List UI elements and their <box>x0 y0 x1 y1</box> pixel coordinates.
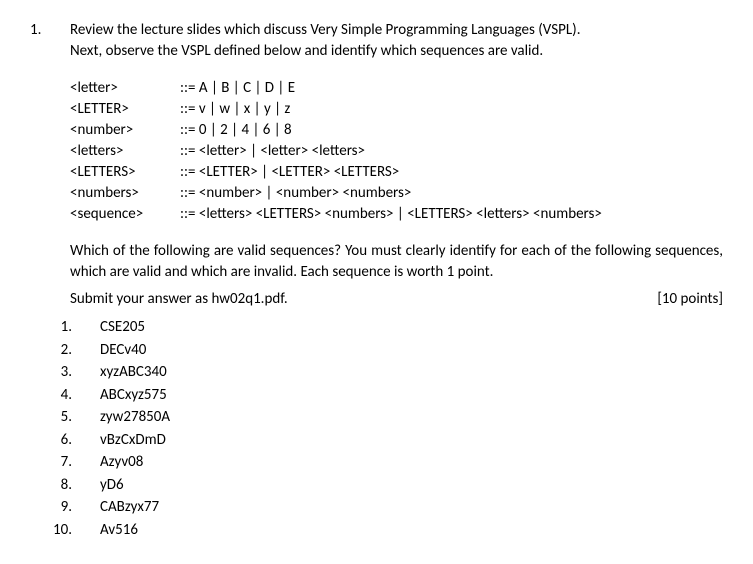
list-item: 7. Azyv08 <box>46 451 723 474</box>
seq-value: xyzABC340 <box>100 361 167 384</box>
grammar-rule: <number> ::= 0 | 2 | 4 | 6 | 8 <box>70 120 723 141</box>
grammar-rhs: ::= v | w | x | y | z <box>180 99 723 120</box>
grammar-rhs: ::= 0 | 2 | 4 | 6 | 8 <box>180 120 723 141</box>
grammar-lhs: <letter> <box>70 78 180 99</box>
list-item: 2. DECv40 <box>46 339 723 362</box>
question-body: Review the lecture slides which discuss … <box>70 20 723 541</box>
seq-number: 3. <box>46 361 72 384</box>
grammar-lhs: <letters> <box>70 141 180 162</box>
seq-number: 1. <box>46 316 72 339</box>
seq-number: 10. <box>46 519 72 542</box>
seq-number: 5. <box>46 406 72 429</box>
seq-value: DECv40 <box>100 339 146 362</box>
grammar-rhs: ::= <letters> <LETTERS> <numbers> | <LET… <box>180 204 723 225</box>
list-item: 6. vBzCxDmD <box>46 429 723 452</box>
grammar-lhs: <LETTERS> <box>70 162 180 183</box>
sequence-list: 1. CSE205 2. DECv40 3. xyzABC340 4. ABCx… <box>46 316 723 541</box>
grammar-lhs: <number> <box>70 120 180 141</box>
grammar-lhs: <sequence> <box>70 204 180 225</box>
grammar-rule: <letters> ::= <letter> | <letter> <lette… <box>70 141 723 162</box>
submit-text: Submit your answer as hw02q1.pdf. <box>70 289 288 310</box>
seq-value: yD6 <box>100 474 124 497</box>
list-item: 9. CABzyx77 <box>46 496 723 519</box>
intro-line-1: Review the lecture slides which discuss … <box>70 20 723 41</box>
grammar-block: <letter> ::= A | B | C | D | E <LETTER> … <box>70 78 723 225</box>
list-item: 1. CSE205 <box>46 316 723 339</box>
seq-number: 7. <box>46 451 72 474</box>
grammar-rhs: ::= <LETTER> | <LETTER> <LETTERS> <box>180 162 723 183</box>
seq-number: 2. <box>46 339 72 362</box>
list-item: 10. Av516 <box>46 519 723 542</box>
list-item: 4. ABCxyz575 <box>46 384 723 407</box>
grammar-rule: <numbers> ::= <number> | <number> <numbe… <box>70 183 723 204</box>
grammar-rule: <letter> ::= A | B | C | D | E <box>70 78 723 99</box>
seq-value: CSE205 <box>100 316 145 339</box>
list-item: 3. xyzABC340 <box>46 361 723 384</box>
seq-value: CABzyx77 <box>100 496 159 519</box>
seq-number: 8. <box>46 474 72 497</box>
submit-row: Submit your answer as hw02q1.pdf. [10 po… <box>70 289 723 310</box>
question-number: 1. <box>30 20 70 41</box>
grammar-rule: <sequence> ::= <letters> <LETTERS> <numb… <box>70 204 723 225</box>
points-text: [10 points] <box>657 289 723 310</box>
intro-line-2: Next, observe the VSPL defined below and… <box>70 41 723 62</box>
grammar-rhs: ::= <number> | <number> <numbers> <box>180 183 723 204</box>
seq-number: 6. <box>46 429 72 452</box>
seq-number: 4. <box>46 384 72 407</box>
seq-number: 9. <box>46 496 72 519</box>
seq-value: Av516 <box>100 519 138 542</box>
grammar-lhs: <LETTER> <box>70 99 180 120</box>
seq-value: Azyv08 <box>100 451 143 474</box>
grammar-rule: <LETTERS> ::= <LETTER> | <LETTER> <LETTE… <box>70 162 723 183</box>
intro: Review the lecture slides which discuss … <box>70 20 723 62</box>
grammar-lhs: <numbers> <box>70 183 180 204</box>
prompt-text: Which of the following are valid sequenc… <box>70 241 723 283</box>
list-item: 5. zyw27850A <box>46 406 723 429</box>
grammar-rule: <LETTER> ::= v | w | x | y | z <box>70 99 723 120</box>
question-block: 1. Review the lecture slides which discu… <box>30 20 723 541</box>
grammar-rhs: ::= A | B | C | D | E <box>180 78 723 99</box>
seq-value: zyw27850A <box>100 406 170 429</box>
seq-value: ABCxyz575 <box>100 384 167 407</box>
list-item: 8. yD6 <box>46 474 723 497</box>
grammar-rhs: ::= <letter> | <letter> <letters> <box>180 141 723 162</box>
seq-value: vBzCxDmD <box>100 429 166 452</box>
